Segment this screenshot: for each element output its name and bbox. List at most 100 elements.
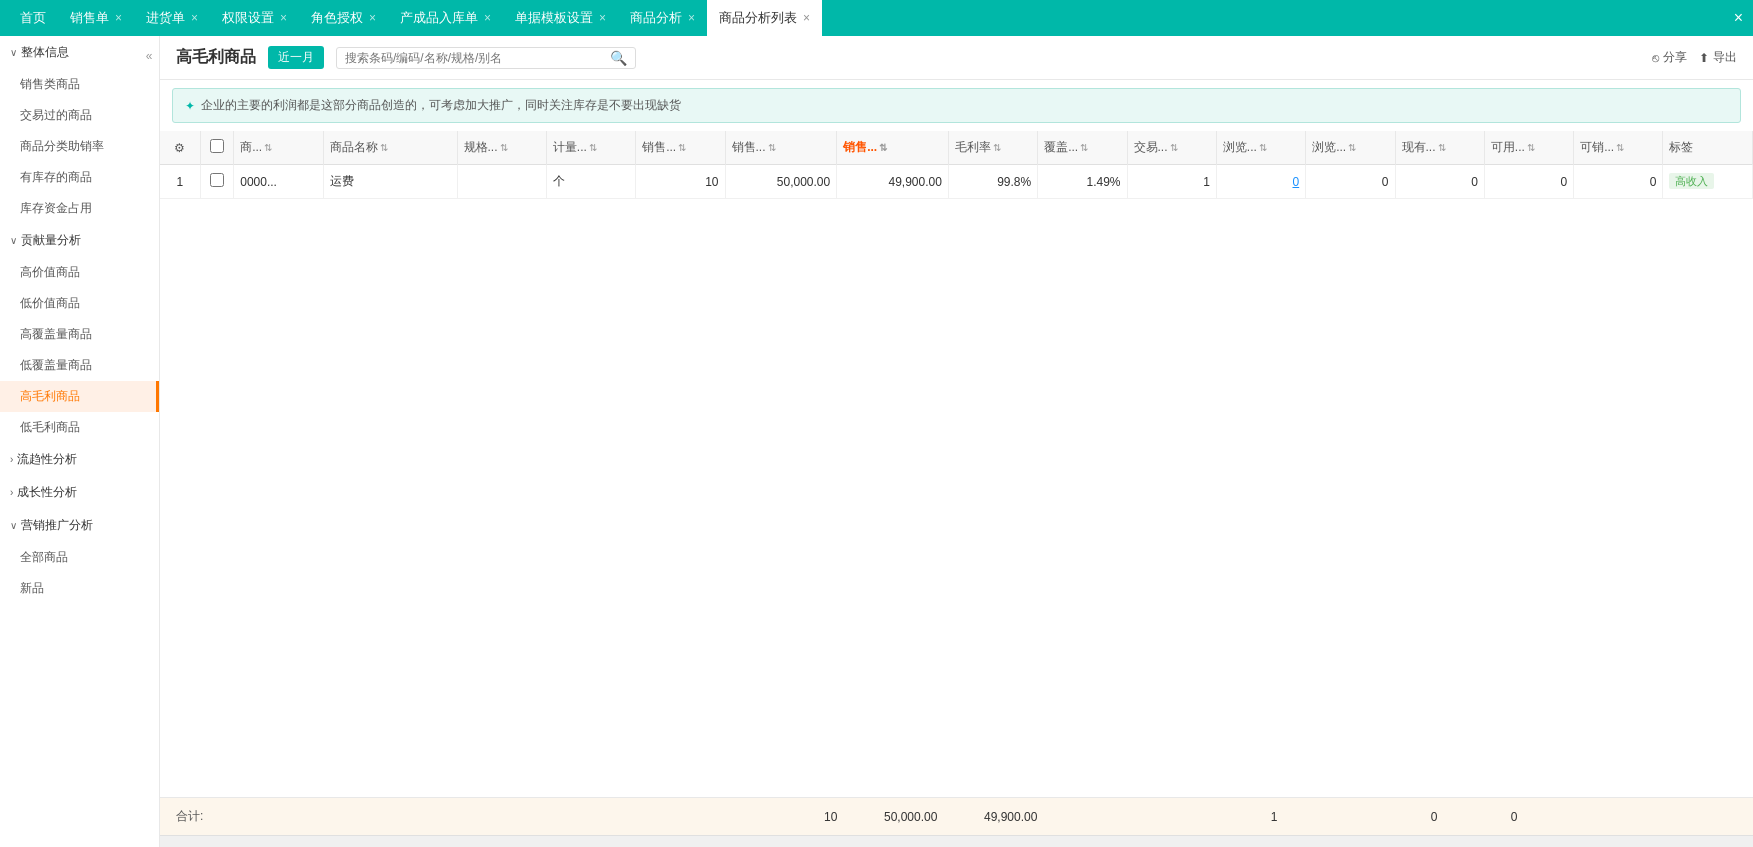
- search-input[interactable]: [345, 51, 604, 65]
- col-unit-header[interactable]: 计量... ⇅: [546, 131, 635, 165]
- col-transaction-header[interactable]: 交易... ⇅: [1127, 131, 1216, 165]
- share-icon: ⎋: [1652, 51, 1659, 65]
- close-permission-tab[interactable]: ×: [280, 11, 287, 25]
- col-current-stock-header[interactable]: 现有... ⇅: [1395, 131, 1484, 165]
- tag-badge: 高收入: [1669, 173, 1714, 189]
- sort-code-icon: ⇅: [264, 142, 272, 153]
- col-view2-header[interactable]: 浏览... ⇅: [1306, 131, 1395, 165]
- col-spec-header[interactable]: 规格... ⇅: [457, 131, 546, 165]
- cell-view2: 0: [1306, 165, 1395, 199]
- col-saleable-header[interactable]: 可销... ⇅: [1574, 131, 1663, 165]
- close-app-button[interactable]: ×: [1734, 9, 1743, 27]
- cell-sales-amt: 50,000.00: [725, 165, 837, 199]
- nav-permission[interactable]: 权限设置 ×: [210, 0, 299, 36]
- nav-goods-analysis-list[interactable]: 商品分析列表 ×: [707, 0, 822, 36]
- close-goods-analysis-tab[interactable]: ×: [688, 11, 695, 25]
- footer-sales-qty-val: 10: [763, 810, 843, 824]
- col-sales-profit-header[interactable]: 销售... ⇅: [837, 131, 949, 165]
- sidebar-item-category-rate[interactable]: 商品分类助销率: [0, 131, 159, 162]
- sidebar-item-high-value[interactable]: 高价值商品: [0, 257, 159, 288]
- sort-sales-profit-icon: ⇅: [879, 142, 887, 153]
- settings-icon[interactable]: ⚙: [174, 141, 185, 155]
- sort-sales-qty-icon: ⇅: [678, 142, 686, 153]
- col-code-header[interactable]: 商... ⇅: [234, 131, 323, 165]
- row-checkbox[interactable]: [210, 173, 224, 187]
- nav-purchase[interactable]: 进货单 ×: [134, 0, 210, 36]
- col-available-header[interactable]: 可用... ⇅: [1484, 131, 1573, 165]
- sort-spec-icon: ⇅: [500, 142, 508, 153]
- close-sales-tab[interactable]: ×: [115, 11, 122, 25]
- sidebar-item-stock-capital[interactable]: 库存资金占用: [0, 193, 159, 224]
- sidebar-collapse-button[interactable]: «: [139, 46, 159, 66]
- select-all-checkbox[interactable]: [210, 139, 224, 153]
- sort-view1-icon: ⇅: [1259, 142, 1267, 153]
- footer-sales-amt-val: 50,000.00: [843, 810, 943, 824]
- sidebar-item-low-margin[interactable]: 低毛利商品: [0, 412, 159, 443]
- sidebar-item-traded-goods[interactable]: 交易过的商品: [0, 100, 159, 131]
- close-goods-list-tab[interactable]: ×: [803, 11, 810, 25]
- footer-bar: 合计: 10 50,000.00 49,900.00 1 0 0: [160, 797, 1753, 835]
- info-banner: ✦ 企业的主要的利润都是这部分商品创造的，可考虑加大推广，同时关注库存是不要出现…: [172, 88, 1741, 123]
- col-settings[interactable]: ⚙: [160, 131, 200, 165]
- sidebar-group-overall[interactable]: ∨ 整体信息: [0, 36, 159, 69]
- footer-label: 合计:: [176, 808, 203, 825]
- nav-home[interactable]: 首页: [8, 0, 58, 36]
- col-tag-header[interactable]: 标签: [1663, 131, 1753, 165]
- share-button[interactable]: ⎋ 分享: [1652, 49, 1687, 66]
- col-sales-amt-header[interactable]: 销售... ⇅: [725, 131, 837, 165]
- sidebar-group-trend[interactable]: › 流趋性分析: [0, 443, 159, 476]
- col-name-header[interactable]: 商品名称 ⇅: [323, 131, 457, 165]
- cell-sales-profit: 49,900.00: [837, 165, 949, 199]
- nav-role[interactable]: 角色授权 ×: [299, 0, 388, 36]
- horizontal-scrollbar[interactable]: [160, 835, 1753, 847]
- search-icon[interactable]: 🔍: [610, 50, 627, 66]
- sidebar-item-high-margin[interactable]: 高毛利商品: [0, 381, 159, 412]
- footer-values: 10 50,000.00 49,900.00 1 0 0: [243, 810, 1523, 824]
- footer-sales-qty: [243, 810, 763, 824]
- period-button[interactable]: 近一月: [268, 46, 324, 69]
- col-view1-header[interactable]: 浏览... ⇅: [1216, 131, 1305, 165]
- col-checkbox[interactable]: [200, 131, 234, 165]
- cell-name: 运费: [323, 165, 457, 199]
- nav-sales[interactable]: 销售单 ×: [58, 0, 134, 36]
- nav-goods-analysis[interactable]: 商品分析 ×: [618, 0, 707, 36]
- header-actions: ⎋ 分享 ⬆ 导出: [1652, 49, 1737, 66]
- sidebar-group-growth[interactable]: › 成长性分析: [0, 476, 159, 509]
- close-role-tab[interactable]: ×: [369, 11, 376, 25]
- footer-coverage-val: [1123, 810, 1203, 824]
- arrow-growth: ›: [10, 487, 13, 498]
- nav-product-inbound[interactable]: 产成品入库单 ×: [388, 0, 503, 36]
- close-product-inbound-tab[interactable]: ×: [484, 11, 491, 25]
- arrow-contribution: ∨: [10, 235, 17, 246]
- cell-view1[interactable]: 0: [1216, 165, 1305, 199]
- sort-coverage-icon: ⇅: [1080, 142, 1088, 153]
- table-container[interactable]: ⚙ 商... ⇅ 商品名称: [160, 131, 1753, 797]
- info-icon: ✦: [185, 99, 195, 113]
- sidebar-item-low-coverage[interactable]: 低覆盖量商品: [0, 350, 159, 381]
- nav-template[interactable]: 单据模板设置 ×: [503, 0, 618, 36]
- col-gross-rate-header[interactable]: 毛利率 ⇅: [948, 131, 1037, 165]
- arrow-trend: ›: [10, 454, 13, 465]
- sort-name-icon: ⇅: [380, 142, 388, 153]
- cell-code: 0000...: [234, 165, 323, 199]
- close-purchase-tab[interactable]: ×: [191, 11, 198, 25]
- data-table: ⚙ 商... ⇅ 商品名称: [160, 131, 1753, 199]
- sidebar-item-low-value[interactable]: 低价值商品: [0, 288, 159, 319]
- table-header-row: ⚙ 商... ⇅ 商品名称: [160, 131, 1753, 165]
- sidebar-item-new-goods[interactable]: 新品: [0, 573, 159, 604]
- cell-transaction: 1: [1127, 165, 1216, 199]
- sidebar-item-all-goods[interactable]: 全部商品: [0, 542, 159, 573]
- col-sales-qty-header[interactable]: 销售... ⇅: [636, 131, 725, 165]
- sidebar-item-sales-goods[interactable]: 销售类商品: [0, 69, 159, 100]
- col-coverage-header[interactable]: 覆盖... ⇅: [1038, 131, 1127, 165]
- cell-checkbox[interactable]: [200, 165, 234, 199]
- cell-gross-rate: 99.8%: [948, 165, 1037, 199]
- sidebar-item-in-stock[interactable]: 有库存的商品: [0, 162, 159, 193]
- sidebar-item-high-coverage[interactable]: 高覆盖量商品: [0, 319, 159, 350]
- export-button[interactable]: ⬆ 导出: [1699, 49, 1737, 66]
- arrow-overall: ∨: [10, 47, 17, 58]
- close-template-tab[interactable]: ×: [599, 11, 606, 25]
- sidebar-group-contribution[interactable]: ∨ 贡献量分析: [0, 224, 159, 257]
- page-title: 高毛利商品: [176, 47, 256, 68]
- sidebar-group-marketing[interactable]: ∨ 营销推广分析: [0, 509, 159, 542]
